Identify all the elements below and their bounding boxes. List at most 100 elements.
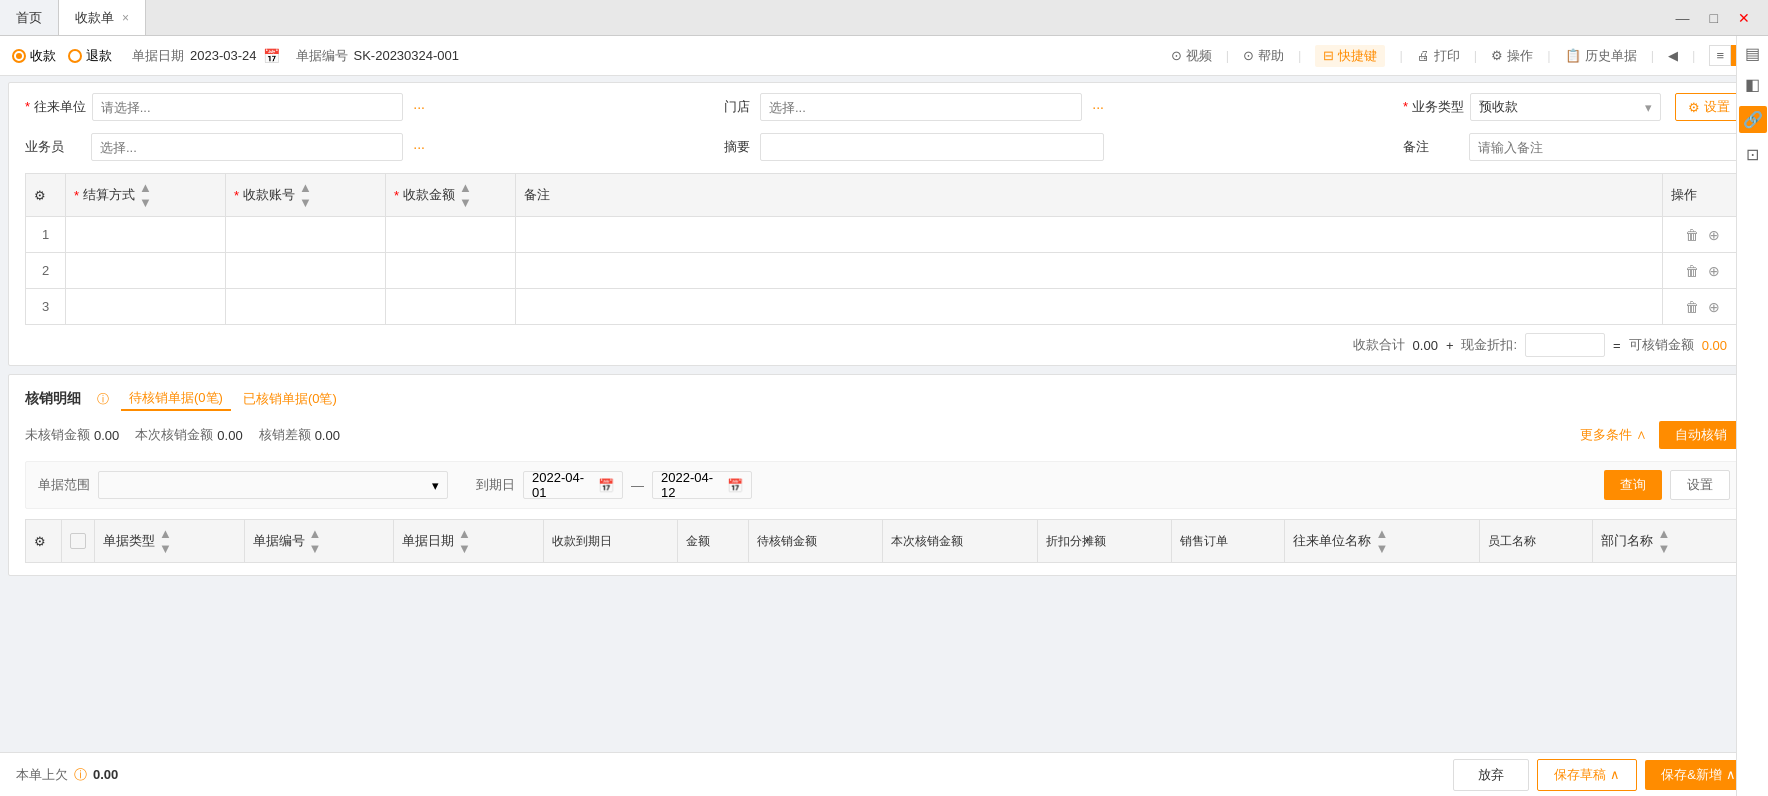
- counterpart-input[interactable]: [92, 93, 404, 121]
- filter-settings-button[interactable]: 设置: [1670, 470, 1730, 500]
- date-to-input[interactable]: 2022-04-12 📅: [652, 471, 752, 499]
- staff-input[interactable]: [91, 133, 403, 161]
- maximize-button[interactable]: □: [1704, 8, 1724, 28]
- minimize-button[interactable]: —: [1670, 8, 1696, 28]
- counterpart-header: 往来单位名称 ▲▼: [1285, 520, 1480, 563]
- business-type-value: 预收款: [1479, 98, 1518, 116]
- done-tab[interactable]: 已核销单据(0笔): [235, 388, 345, 410]
- row-amount-3[interactable]: [386, 289, 516, 325]
- this-clear-label: 本次核销金额: [135, 426, 213, 444]
- date-header: 单据日期 ▲▼: [394, 520, 544, 563]
- sales-order-header: 销售订单: [1172, 520, 1285, 563]
- this-order-label: 本单上欠: [16, 766, 68, 784]
- video-icon: ⊙: [1171, 48, 1182, 63]
- copy-icon[interactable]: ⊕: [1708, 227, 1720, 243]
- remark-input[interactable]: [1469, 133, 1743, 161]
- row-remark-2[interactable]: [516, 253, 1663, 289]
- row-settlement-1[interactable]: [66, 217, 226, 253]
- settlement-header: * 结算方式 ▲▼: [66, 174, 226, 217]
- query-button[interactable]: 查询: [1604, 470, 1662, 500]
- pending-tab[interactable]: 待核销单据(0笔): [121, 387, 231, 411]
- delete-icon[interactable]: 🗑: [1685, 227, 1699, 243]
- delete-icon[interactable]: 🗑: [1685, 299, 1699, 315]
- date-from-input[interactable]: 2022-04-01 📅: [523, 471, 623, 499]
- tab-home[interactable]: 首页: [0, 0, 59, 35]
- row-account-2[interactable]: [226, 253, 386, 289]
- draft-button[interactable]: 保存草稿 ∧: [1537, 759, 1637, 791]
- tab-close-icon[interactable]: ×: [122, 11, 129, 25]
- total-value: 0.00: [1413, 338, 1438, 353]
- abandon-button[interactable]: 放弃: [1453, 759, 1529, 791]
- row-remark-1[interactable]: [516, 217, 1663, 253]
- staff-header: 员工名称: [1480, 520, 1593, 563]
- store-more-icon[interactable]: ···: [1092, 99, 1104, 115]
- date-from-value: 2022-04-01: [532, 470, 594, 500]
- auto-write-button[interactable]: 自动核销: [1659, 421, 1743, 449]
- range-select[interactable]: ▾: [98, 471, 448, 499]
- help-button[interactable]: ⊙ 帮助: [1243, 47, 1284, 65]
- copy-icon[interactable]: ⊕: [1708, 263, 1720, 279]
- row-amount-1[interactable]: [386, 217, 516, 253]
- counterpart-more-icon[interactable]: ···: [413, 99, 425, 115]
- gear-col-header[interactable]: ⚙: [26, 520, 62, 563]
- right-sidebar: ▤ ◧ 🔗 ⊡: [1736, 36, 1768, 796]
- help-icon: ⊙: [1243, 48, 1254, 63]
- row-settlement-3[interactable]: [66, 289, 226, 325]
- row-account-3[interactable]: [226, 289, 386, 325]
- reconcile-table: ⚙ 单据类型 ▲▼ 单据编号 ▲▼: [25, 519, 1743, 563]
- bottom-actions: 放弃 保存草稿 ∧ 保存&新增 ∧: [1453, 759, 1752, 791]
- sidebar-icon-4[interactable]: ⊡: [1746, 145, 1759, 164]
- help-label: 帮助: [1258, 47, 1284, 65]
- close-button[interactable]: ✕: [1732, 8, 1756, 28]
- info-icon[interactable]: ⓘ: [97, 391, 109, 408]
- video-button[interactable]: ⊙ 视频: [1171, 47, 1212, 65]
- radio-receive-label: 收款: [30, 47, 56, 65]
- sidebar-icon-2[interactable]: ◧: [1745, 75, 1760, 94]
- store-input[interactable]: [760, 93, 1082, 121]
- discount-label: 现金折扣:: [1461, 336, 1517, 354]
- select-all-checkbox[interactable]: [70, 533, 86, 549]
- radio-refund-dot: [68, 49, 82, 63]
- sidebar-icon-1[interactable]: ▤: [1745, 44, 1760, 63]
- uncleared-value: 0.00: [94, 428, 119, 443]
- calendar-from-icon[interactable]: 📅: [598, 478, 614, 493]
- video-label: 视频: [1186, 47, 1212, 65]
- settings-button[interactable]: ⚙ 设置: [1675, 93, 1743, 121]
- tab-active[interactable]: 收款单 ×: [59, 0, 146, 35]
- row-remark-3[interactable]: [516, 289, 1663, 325]
- more-conditions-button[interactable]: 更多条件 ∧: [1580, 426, 1647, 444]
- row-num-3: 3: [26, 289, 66, 325]
- gear-icon: ⚙: [34, 188, 46, 203]
- staff-field: 业务员 ···: [25, 133, 425, 161]
- delete-icon[interactable]: 🗑: [1685, 263, 1699, 279]
- row-action-2: 🗑 ⊕: [1663, 253, 1743, 289]
- copy-icon[interactable]: ⊕: [1708, 299, 1720, 315]
- total-label: 收款合计: [1353, 336, 1405, 354]
- tab-bar: 首页 收款单 × — □ ✕: [0, 0, 1768, 36]
- info-icon[interactable]: ⓘ: [74, 766, 87, 784]
- operation-label: 操作: [1507, 47, 1533, 65]
- calendar-to-icon[interactable]: 📅: [727, 478, 743, 493]
- table-row: 2 🗑 ⊕: [26, 253, 1743, 289]
- row-amount-2[interactable]: [386, 253, 516, 289]
- discount-input[interactable]: [1525, 333, 1605, 357]
- list-view-button[interactable]: ≡: [1709, 45, 1731, 66]
- row-account-1[interactable]: [226, 217, 386, 253]
- staff-more-icon[interactable]: ···: [413, 139, 425, 155]
- radio-receive[interactable]: 收款: [12, 47, 56, 65]
- radio-receive-dot: [12, 49, 26, 63]
- print-button[interactable]: 🖨 打印: [1417, 47, 1460, 65]
- gear-header[interactable]: ⚙: [26, 174, 66, 217]
- operation-button[interactable]: ⚙ 操作: [1491, 47, 1533, 65]
- sidebar-icon-3[interactable]: 🔗: [1739, 106, 1767, 133]
- history-button[interactable]: 📋 历史单据: [1565, 47, 1637, 65]
- calendar-icon[interactable]: 📅: [263, 48, 280, 64]
- shortcut-button[interactable]: ⊟ 快捷键: [1315, 45, 1385, 67]
- nav-left-button[interactable]: ◀: [1668, 48, 1678, 63]
- radio-refund[interactable]: 退款: [68, 47, 112, 65]
- summary-input[interactable]: [760, 133, 1104, 161]
- business-type-select[interactable]: 预收款 ▾: [1470, 93, 1661, 121]
- staff-label: 业务员: [25, 138, 85, 156]
- section-header: 核销明细 ⓘ 待核销单据(0笔) 已核销单据(0笔): [25, 387, 1743, 411]
- row-settlement-2[interactable]: [66, 253, 226, 289]
